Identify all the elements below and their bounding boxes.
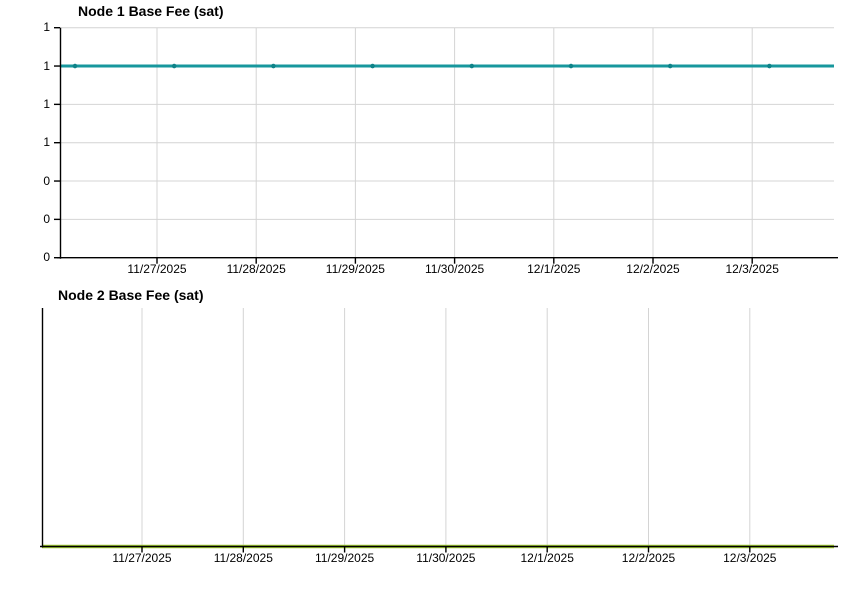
y-tick-label: 0 [43,211,50,226]
x-tick-label: 12/3/2025 [723,551,777,565]
node1-base-fee-chart: Node 1 Base Fee (sat) 1 1 1 1 0 0 0 11/27/2025 1… [0,0,860,285]
node2-chart-title: Node 2 Base Fee (sat) [58,287,204,303]
x-tick-label: 11/27/2025 [112,551,172,565]
series-marker [171,63,177,69]
y-tick-label: 0 [43,250,50,265]
series-marker [568,63,574,69]
y-tick-label: 1 [43,96,50,111]
series-marker [72,63,78,69]
x-tick-label: 11/28/2025 [226,262,286,276]
y-tick-label: 1 [43,58,50,73]
x-tick-label: 11/27/2025 [127,262,187,276]
dashboard-page: Node 1 Base Fee (sat) 1 1 1 1 0 0 0 11/27/2025 1… [0,0,860,600]
x-tick-label: 12/1/2025 [527,262,581,276]
node1-plot-area [54,27,838,264]
x-tick-label: 11/30/2025 [416,551,476,565]
x-tick-label: 12/2/2025 [621,551,676,565]
x-tick-label: 12/1/2025 [520,551,574,565]
x-tick-label: 11/28/2025 [213,551,273,565]
x-tick-label: 11/29/2025 [315,551,375,565]
series-marker [271,63,276,69]
x-tick-label: 11/30/2025 [425,262,485,276]
y-tick-label: 1 [43,20,50,35]
y-tick-label: 0 [43,173,50,188]
x-tick-label: 12/2/2025 [626,262,680,276]
y-tick-label: 1 [43,135,50,150]
x-tick-label: 12/3/2025 [725,262,779,276]
series-marker [667,63,673,69]
series-marker [767,63,772,69]
series-marker [469,63,475,69]
node1-chart-title: Node 1 Base Fee (sat) [78,3,224,19]
node2-base-fee-chart: Node 2 Base Fee (sat) 11/27/2025 11/28/20… [0,285,860,600]
series-marker [370,63,375,69]
x-tick-label: 11/29/2025 [325,262,385,276]
